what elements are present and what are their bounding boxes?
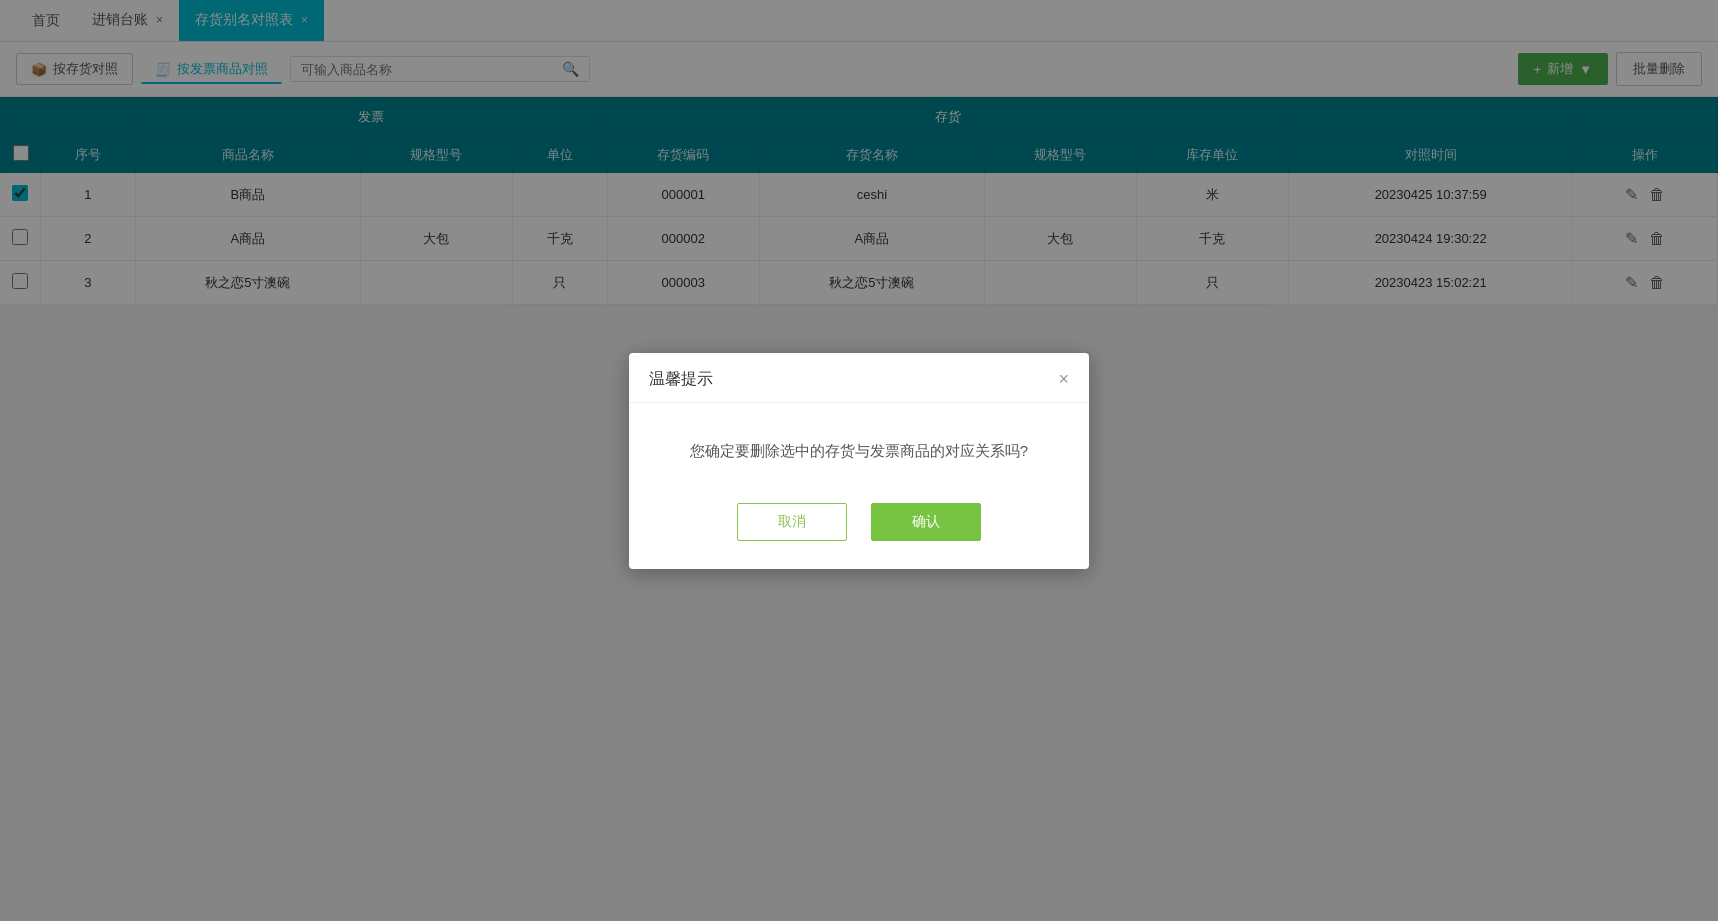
overlay: 温馨提示 × 您确定要删除选中的存货与发票商品的对应关系吗? 取消 确认	[0, 0, 1718, 305]
